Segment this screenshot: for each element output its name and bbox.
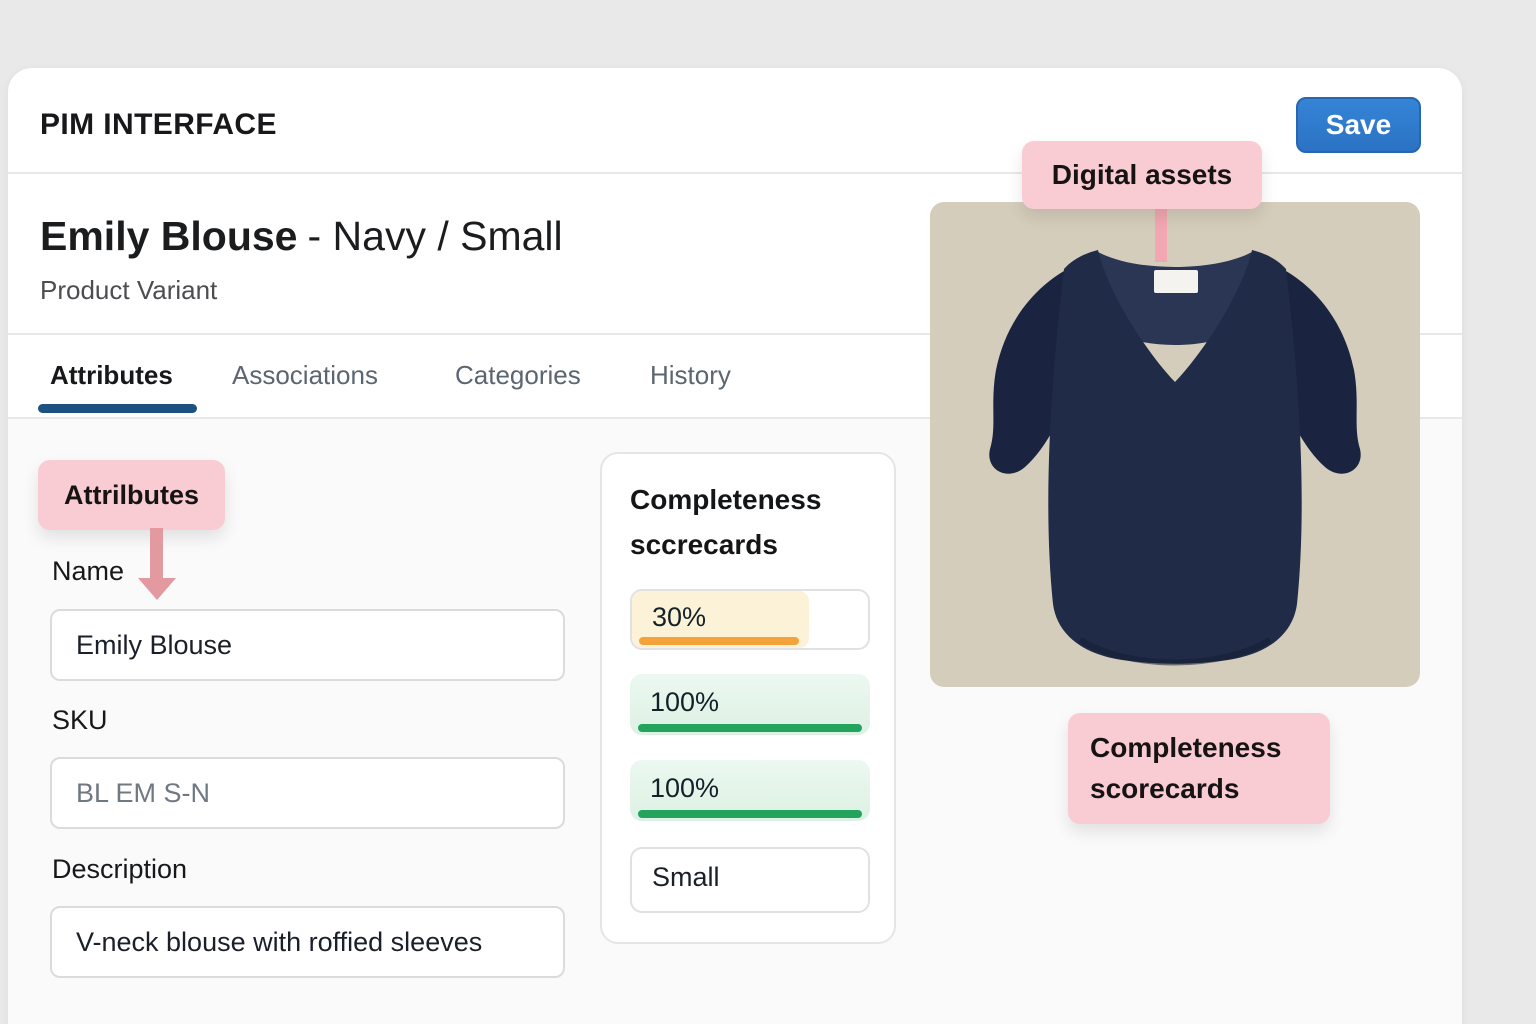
tab-history[interactable]: History [650, 360, 731, 391]
scorecard-success-bar [638, 724, 862, 732]
name-field-label: Name [52, 556, 125, 586]
product-image [930, 202, 1420, 687]
description-field-label: Description [52, 854, 188, 884]
app-window: PIM INTERFACE Save Emily Blouse - Navy / … [8, 68, 1462, 1024]
scorecard-value: 100% [650, 772, 720, 803]
attributes-callout: Attrilbutes [38, 460, 225, 530]
callout-line2: scorecards [1090, 772, 1240, 804]
scorecards-panel-title: Completeness sccrecards [630, 484, 822, 560]
completeness-scorecards-callout: Completeness scorecards [1068, 713, 1330, 824]
callout-line1: Completeness [1090, 731, 1282, 763]
tab-categories[interactable]: Categories [455, 360, 581, 391]
scorecard-100-percent-1: 100% [630, 674, 870, 735]
size-value-field[interactable]: Small [630, 847, 870, 913]
product-name: Emily Blouse [40, 213, 298, 259]
digital-assets-pointer-line [1155, 206, 1167, 262]
scorecard-success-bar [638, 810, 862, 818]
tab-attributes[interactable]: Attributes [50, 360, 173, 391]
navy-blouse-image [989, 250, 1361, 666]
sku-input[interactable] [50, 757, 565, 829]
scorecard-warning-bar [639, 637, 799, 645]
size-value: Small [652, 862, 720, 893]
save-button[interactable]: Save [1296, 97, 1421, 153]
blouse-tag [1154, 270, 1198, 293]
product-variant-suffix: - Navy / Small [307, 213, 563, 259]
down-arrow-icon [150, 528, 163, 580]
down-arrow-head-icon [138, 578, 176, 600]
completeness-callout-text: Completeness scorecards [1090, 728, 1281, 809]
scorecard-value: 30% [652, 601, 707, 632]
name-input[interactable] [50, 609, 565, 681]
tab-associations[interactable]: Associations [232, 360, 378, 391]
scorecard-value: 100% [650, 686, 720, 717]
app-title: PIM INTERFACE [40, 108, 277, 141]
scorecard-100-percent-2: 100% [630, 760, 870, 821]
digital-assets-callout: Digital assets [1022, 141, 1262, 209]
scorecards-panel: Completeness sccrecards 30% 100% 100% Sm… [600, 452, 896, 944]
product-type-label: Product Variant [40, 275, 218, 305]
description-input[interactable] [50, 906, 565, 978]
sku-field-label: SKU [52, 705, 108, 735]
page-title: Emily Blouse - Navy / Small [40, 213, 563, 260]
active-tab-indicator [38, 404, 197, 413]
scorecard-30-percent: 30% [630, 589, 870, 650]
